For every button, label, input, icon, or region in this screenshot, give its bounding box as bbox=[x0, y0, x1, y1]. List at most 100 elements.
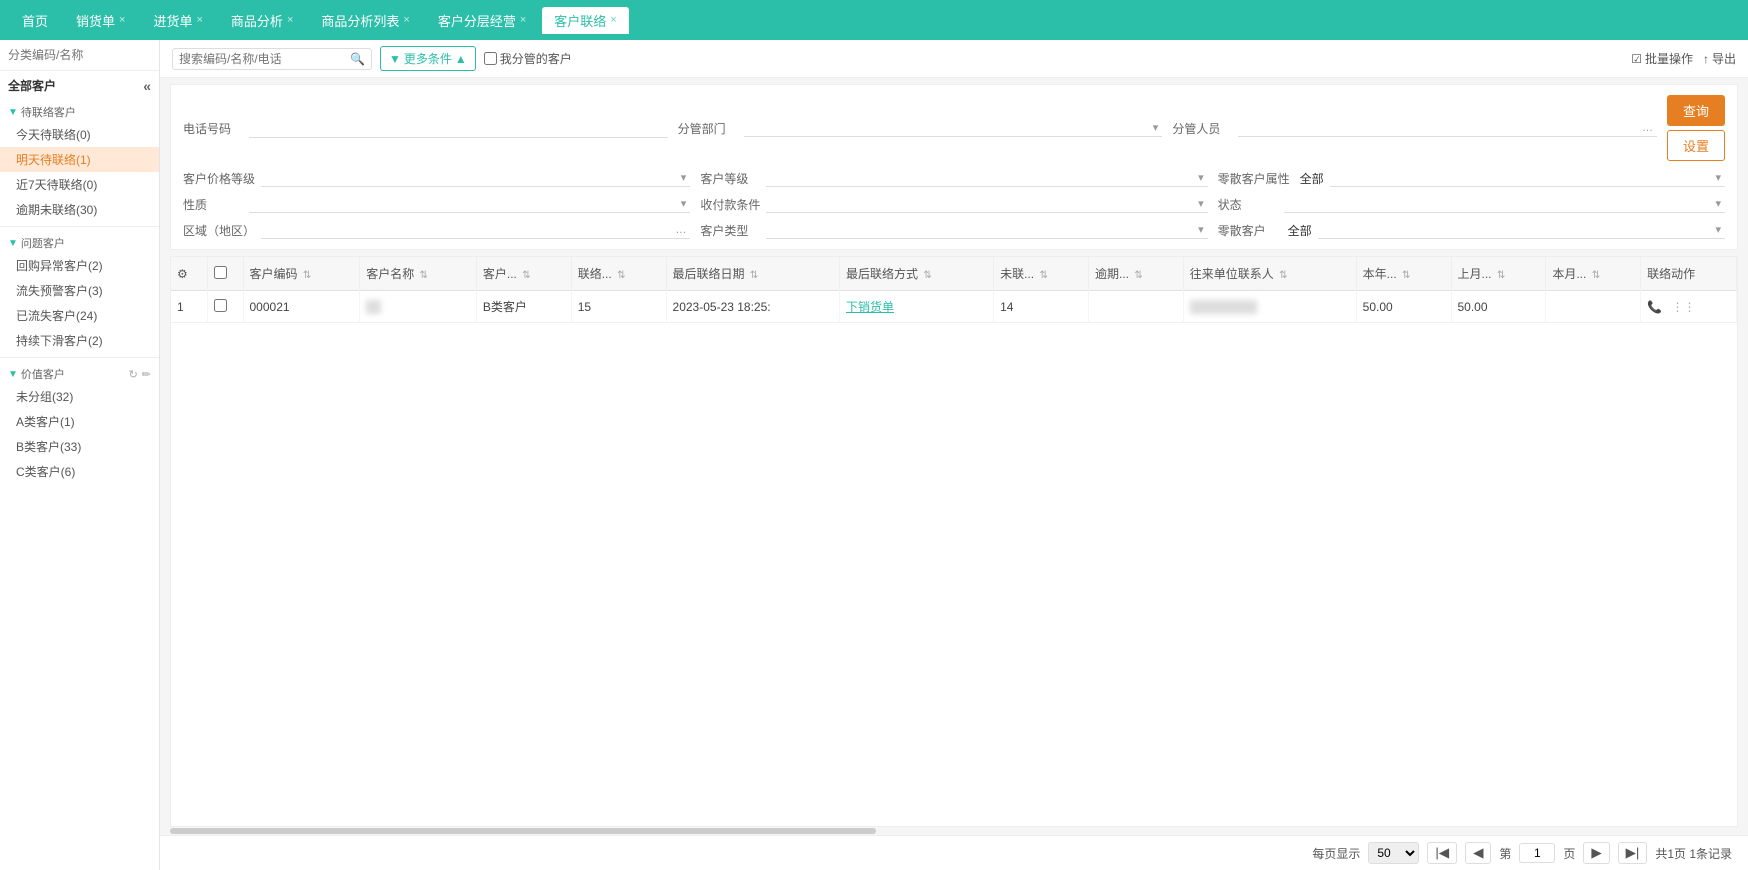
filter-phone-input[interactable] bbox=[249, 119, 668, 138]
my-customers-checkbox[interactable] bbox=[484, 52, 497, 65]
sidebar-item-churn-warning[interactable]: 流失预警客户(3) bbox=[0, 278, 159, 303]
col-checkbox[interactable] bbox=[207, 257, 243, 291]
filter-retail-customer-value: 全部 bbox=[1288, 222, 1312, 239]
filter-customer-type-select[interactable]: ▾ bbox=[766, 221, 1207, 239]
more-icon: … bbox=[675, 224, 686, 236]
nav-item-home[interactable]: 首页 bbox=[10, 7, 60, 34]
nav-item-analysis-list[interactable]: 商品分析列表 × bbox=[309, 7, 421, 34]
filter-dept-select[interactable]: ▾ bbox=[744, 119, 1163, 137]
sidebar-item-7days[interactable]: 近7天待联络(0) bbox=[0, 172, 159, 197]
more-action-icon[interactable]: ⋮⋮ bbox=[1671, 300, 1695, 314]
filter-retail-customer-label: 零散客户 bbox=[1218, 222, 1278, 239]
sort-icon[interactable]: ⇅ bbox=[1279, 270, 1287, 281]
sort-icon[interactable]: ⇅ bbox=[1402, 270, 1410, 281]
sidebar-item-class-a[interactable]: A类客户(1) bbox=[0, 409, 159, 434]
filter-gender-select[interactable]: ▾ bbox=[249, 195, 690, 213]
sort-icon[interactable]: ⇅ bbox=[617, 270, 625, 281]
nav-item-customer-layer[interactable]: 客户分层经营 × bbox=[426, 7, 538, 34]
sidebar-item-today[interactable]: 今天待联络(0) bbox=[0, 122, 159, 147]
contact-person-blurred: ██████ bbox=[1190, 300, 1257, 314]
scrollbar-thumb[interactable] bbox=[170, 828, 876, 834]
close-icon[interactable]: × bbox=[287, 14, 293, 26]
select-all-checkbox[interactable] bbox=[214, 266, 227, 279]
sidebar-item-declining[interactable]: 持续下滑客户(2) bbox=[0, 328, 159, 353]
filter-region-select[interactable]: … bbox=[261, 222, 690, 239]
nav-item-analysis[interactable]: 商品分析 × bbox=[219, 7, 305, 34]
filter-retail-attr-select[interactable]: ▾ bbox=[1330, 169, 1725, 187]
chevron-down-icon: ▾ bbox=[1715, 197, 1721, 210]
content-area: 🔍 ▼ 更多条件 ▲ 我分管的客户 ☑ 批量操作 ↑ 导出 bbox=[160, 40, 1748, 870]
sidebar-group-problem: ▼ 问题客户 bbox=[0, 231, 159, 253]
horizontal-scrollbar[interactable] bbox=[170, 827, 1738, 835]
sidebar-item-class-b[interactable]: B类客户(33) bbox=[0, 434, 159, 459]
last-page-button[interactable]: ▶| bbox=[1618, 842, 1648, 864]
sidebar-item-overdue[interactable]: 逾期未联络(30) bbox=[0, 197, 159, 222]
sort-icon[interactable]: ⇅ bbox=[1592, 270, 1600, 281]
nav-item-sales[interactable]: 销货单 × bbox=[64, 7, 137, 34]
filter-customer-value-select[interactable]: ▾ bbox=[261, 169, 690, 187]
call-action-icon[interactable]: 📞 bbox=[1647, 300, 1662, 314]
close-icon[interactable]: × bbox=[196, 14, 202, 26]
last-contact-link[interactable]: 下销货单 bbox=[846, 300, 894, 314]
filter-customer-level-select[interactable]: ▾ bbox=[766, 169, 1207, 187]
main-layout: 🔍 全部客户 « ▼ 待联络客户 今天待联络(0) 明天待联络(1) 近7天待联… bbox=[0, 40, 1748, 870]
close-icon[interactable]: × bbox=[403, 14, 409, 26]
settings-button[interactable]: 设置 bbox=[1667, 130, 1725, 161]
filter-retail-customer-select[interactable]: ▾ bbox=[1318, 221, 1725, 239]
batch-operation-button[interactable]: ☑ 批量操作 bbox=[1631, 50, 1693, 67]
filter-person-select[interactable]: … bbox=[1238, 120, 1657, 137]
refresh-icon[interactable]: ↻ bbox=[129, 368, 138, 381]
sidebar-search-input[interactable] bbox=[8, 48, 160, 62]
prev-page-button[interactable]: ◀ bbox=[1465, 842, 1491, 864]
sidebar-item-tomorrow[interactable]: 明天待联络(1) bbox=[0, 147, 159, 172]
chevron-down-icon: ▾ bbox=[681, 197, 687, 210]
col-customer-type: 客户... ⇅ bbox=[476, 257, 571, 291]
my-customers-checkbox-label[interactable]: 我分管的客户 bbox=[484, 50, 572, 67]
close-icon[interactable]: × bbox=[610, 14, 616, 26]
sidebar-item-repurchase-abnormal[interactable]: 回购异常客户(2) bbox=[0, 253, 159, 278]
next-page-button[interactable]: ▶ bbox=[1583, 842, 1609, 864]
filter-row-3: 性质 ▾ 收付款条件 ▾ 状态 bbox=[183, 195, 1725, 213]
export-button[interactable]: ↑ 导出 bbox=[1703, 50, 1736, 67]
per-page-select[interactable]: 50 100 200 bbox=[1368, 842, 1419, 864]
sort-icon[interactable]: ⇅ bbox=[750, 270, 758, 281]
sidebar-item-class-c[interactable]: C类客户(6) bbox=[0, 459, 159, 484]
more-conditions-button[interactable]: ▼ 更多条件 ▲ bbox=[380, 46, 476, 71]
sort-icon[interactable]: ⇅ bbox=[923, 270, 931, 281]
toolbar: 🔍 ▼ 更多条件 ▲ 我分管的客户 ☑ 批量操作 ↑ 导出 bbox=[160, 40, 1748, 78]
toolbar-search-box[interactable]: 🔍 bbox=[172, 48, 372, 70]
nav-item-purchase[interactable]: 进货单 × bbox=[141, 7, 214, 34]
filter-customer-level-label: 客户等级 bbox=[700, 170, 760, 187]
sidebar-item-ungrouped[interactable]: 未分组(32) bbox=[0, 384, 159, 409]
gear-icon[interactable]: ⚙ bbox=[177, 267, 188, 281]
sort-icon[interactable]: ⇅ bbox=[522, 270, 530, 281]
search-icon[interactable]: 🔍 bbox=[350, 52, 365, 66]
sort-icon[interactable]: ⇅ bbox=[1039, 270, 1047, 281]
sort-icon[interactable]: ⇅ bbox=[1134, 270, 1142, 281]
first-page-button[interactable]: |◀ bbox=[1427, 842, 1457, 864]
filter-gender-label: 性质 bbox=[183, 196, 243, 213]
filter-status-select[interactable]: ▾ bbox=[1284, 195, 1725, 213]
sidebar-all-customers[interactable]: 全部客户 « bbox=[0, 71, 159, 100]
col-gear[interactable]: ⚙ bbox=[171, 257, 207, 291]
close-icon[interactable]: × bbox=[119, 14, 125, 26]
sidebar-group-value: ▼ 价值客户 ↻ ✏ bbox=[0, 362, 159, 384]
page-number-input[interactable] bbox=[1519, 843, 1555, 863]
col-action: 联络动作 bbox=[1641, 257, 1737, 291]
row-checkbox[interactable] bbox=[214, 299, 227, 312]
toolbar-search-input[interactable] bbox=[179, 52, 346, 66]
query-button[interactable]: 查询 bbox=[1667, 95, 1725, 126]
close-icon[interactable]: × bbox=[520, 14, 526, 26]
nav-item-customer-contact[interactable]: 客户联络 × bbox=[542, 7, 628, 34]
cell-checkbox[interactable] bbox=[207, 291, 243, 323]
batch-icon: ☑ bbox=[1631, 52, 1642, 66]
sort-icon[interactable]: ⇅ bbox=[420, 270, 428, 281]
sort-icon[interactable]: ⇅ bbox=[1497, 270, 1505, 281]
col-contact-count: 联络... ⇅ bbox=[571, 257, 666, 291]
edit-icon[interactable]: ✏ bbox=[142, 368, 151, 381]
cell-type: B类客户 bbox=[476, 291, 571, 323]
sort-icon[interactable]: ⇅ bbox=[303, 270, 311, 281]
filter-payment-select[interactable]: ▾ bbox=[766, 195, 1207, 213]
sidebar-item-churned[interactable]: 已流失客户(24) bbox=[0, 303, 159, 328]
collapse-icon[interactable]: « bbox=[143, 78, 151, 94]
